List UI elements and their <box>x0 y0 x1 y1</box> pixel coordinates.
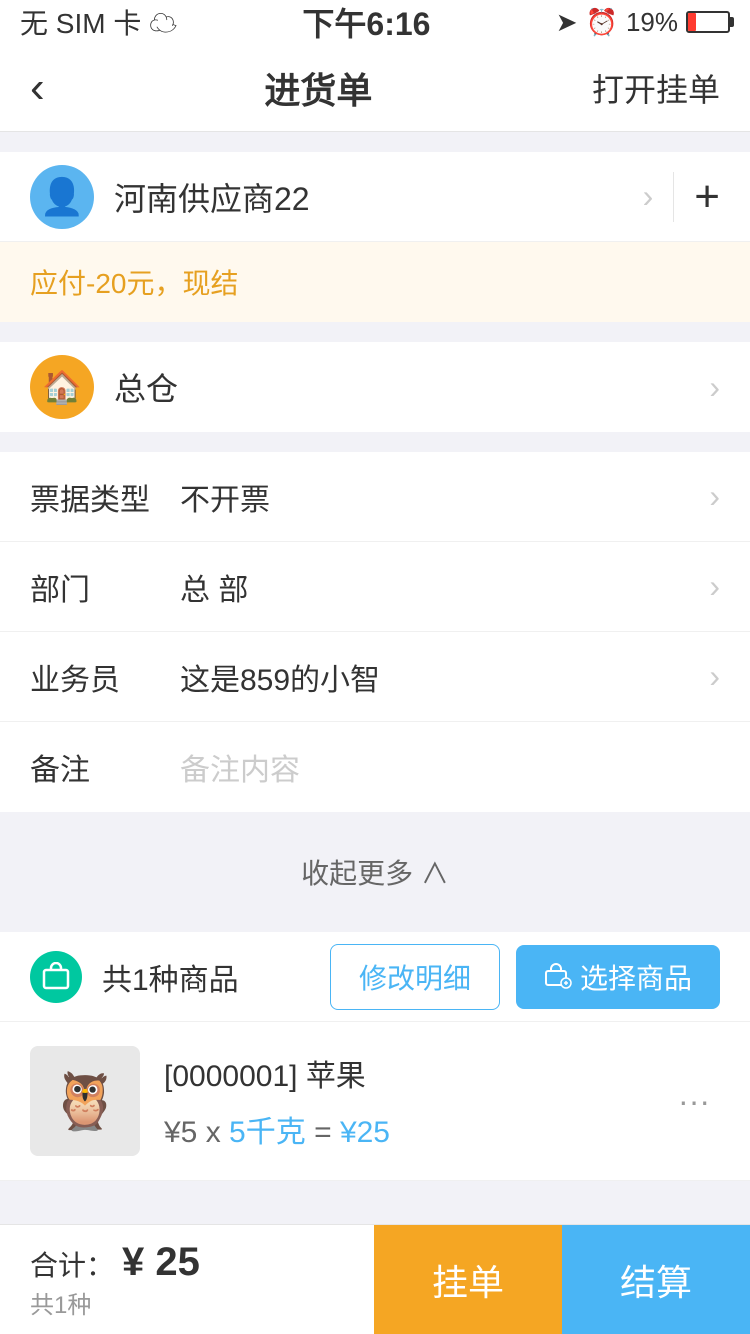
total-count: 共1种 <box>30 1285 344 1320</box>
total-label: 合计： <box>30 1244 114 1284</box>
checkout-button[interactable]: 结算 <box>562 1225 750 1334</box>
supplier-name: 河南供应商22 <box>114 174 643 220</box>
chevron-right-icon: › <box>709 369 720 406</box>
cart-icon <box>544 963 572 991</box>
add-supplier-button[interactable]: + <box>694 172 720 222</box>
invoice-value: 不开票 <box>170 475 709 519</box>
bottom-bar: 合计： ¥ 25 共1种 挂单 结算 <box>0 1224 750 1334</box>
remark-label: 备注 <box>30 745 170 789</box>
staff-label: 业务员 <box>30 655 170 699</box>
warehouse-section: 🏠 总仓 › <box>0 342 750 432</box>
collapse-toggle[interactable]: 收起更多 ∧ <box>0 832 750 912</box>
staff-row[interactable]: 业务员 这是859的小智 › <box>0 632 750 722</box>
owl-icon: 🦉 <box>50 1068 120 1134</box>
products-section: 共1种商品 修改明细 选择商品 🦉 [0000001] 苹果 ¥5 x 5千克 … <box>0 932 750 1181</box>
products-icon <box>30 951 82 1003</box>
open-hang-button[interactable]: 打开挂单 <box>592 65 720 111</box>
battery-icon <box>686 11 730 33</box>
dept-label: 部门 <box>30 565 170 609</box>
chevron-right-icon: › <box>709 568 720 605</box>
nav-bar: ‹ 进货单 打开挂单 <box>0 44 750 132</box>
hang-button[interactable]: 挂单 <box>374 1225 562 1334</box>
alarm-icon: ⏰ <box>586 7 618 38</box>
remark-row[interactable]: 备注 备注内容 <box>0 722 750 812</box>
remark-input[interactable]: 备注内容 <box>170 745 720 789</box>
form-section: 票据类型 不开票 › 部门 总 部 › 业务员 这是859的小智 › 备注 备注… <box>0 452 750 812</box>
warehouse-row[interactable]: 🏠 总仓 › <box>0 342 750 432</box>
product-item: 🦉 [0000001] 苹果 ¥5 x 5千克 = ¥25 ··· <box>0 1022 750 1181</box>
warehouse-icon: 🏠 <box>42 368 82 406</box>
supplier-row[interactable]: 👤 河南供应商22 › + <box>0 152 750 242</box>
chevron-right-icon: › <box>709 478 720 515</box>
products-header: 共1种商品 修改明细 选择商品 <box>0 932 750 1022</box>
warehouse-name: 总仓 <box>114 364 709 410</box>
product-name: [0000001] 苹果 <box>164 1051 668 1095</box>
product-more-button[interactable]: ··· <box>668 1073 720 1130</box>
total-amount: ¥ 25 <box>122 1240 200 1285</box>
product-count-label: 共1种商品 <box>102 955 330 999</box>
bottom-total: 合计： ¥ 25 共1种 <box>0 1225 374 1334</box>
dept-value: 总 部 <box>170 565 709 609</box>
product-thumbnail: 🦉 <box>30 1046 140 1156</box>
location-icon: ➤ <box>556 7 578 38</box>
supplier-avatar: 👤 <box>30 165 94 229</box>
dept-row[interactable]: 部门 总 部 › <box>0 542 750 632</box>
invoice-label: 票据类型 <box>30 475 170 519</box>
vertical-divider <box>673 172 674 222</box>
product-info: [0000001] 苹果 ¥5 x 5千克 = ¥25 <box>164 1051 668 1151</box>
status-left: 无 SIM 卡 ☁ <box>20 2 177 42</box>
chevron-right-icon: › <box>709 658 720 695</box>
page-title: 进货单 <box>264 62 372 114</box>
chevron-right-icon: › <box>643 178 654 215</box>
sim-label: 无 SIM 卡 ☁ <box>20 2 177 42</box>
staff-value: 这是859的小智 <box>170 655 709 699</box>
select-product-button[interactable]: 选择商品 <box>516 945 720 1009</box>
supplier-section: 👤 河南供应商22 › + 应付-20元，现结 <box>0 152 750 322</box>
product-price: ¥5 x 5千克 = ¥25 <box>164 1107 668 1151</box>
edit-detail-button[interactable]: 修改明细 <box>330 944 500 1010</box>
status-bar: 无 SIM 卡 ☁ 下午6:16 ➤ ⏰ 19% <box>0 0 750 44</box>
notice-banner: 应付-20元，现结 <box>0 242 750 322</box>
user-icon: 👤 <box>40 176 85 218</box>
status-time: 下午6:16 <box>302 0 430 45</box>
select-product-label: 选择商品 <box>580 957 692 997</box>
battery-text: 19% <box>626 7 678 38</box>
invoice-row[interactable]: 票据类型 不开票 › <box>0 452 750 542</box>
back-button[interactable]: ‹ <box>30 66 45 110</box>
warehouse-icon-wrap: 🏠 <box>30 355 94 419</box>
status-right: ➤ ⏰ 19% <box>556 7 730 38</box>
